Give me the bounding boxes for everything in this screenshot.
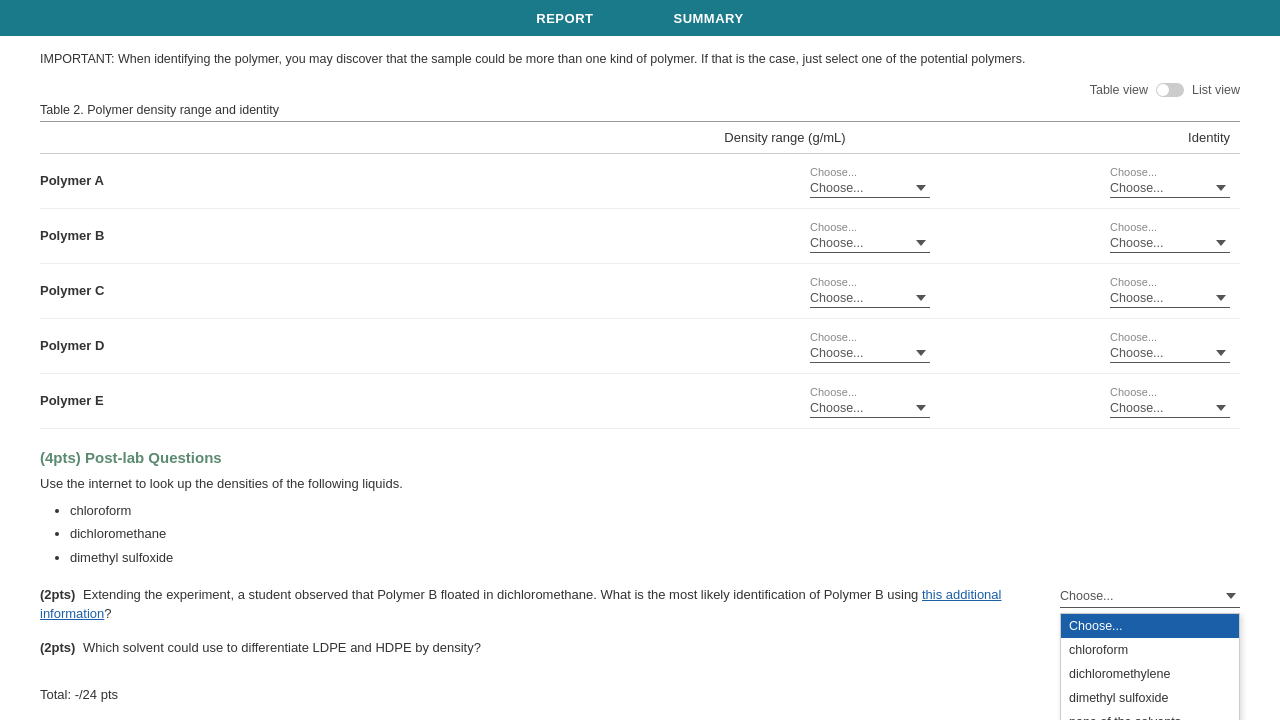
table-row: Polymer A Choose... Choose... Choose... … [40, 153, 1240, 208]
q1-option-dichloromethylene[interactable]: dichloromethylene [1061, 662, 1239, 686]
density-d-label: Choose... [810, 331, 857, 343]
top-navigation: REPORT SUMMARY [0, 0, 1280, 36]
q1-option-chloroform[interactable]: chloroform [1061, 638, 1239, 662]
question-2-body: Which solvent could use to differentiate… [83, 640, 481, 655]
list-item: chloroform [70, 499, 1240, 522]
density-b-label: Choose... [810, 221, 857, 233]
view-toggle-switch[interactable] [1156, 83, 1184, 97]
polymer-d-identity-dropdown[interactable]: Choose... [1110, 344, 1230, 363]
polymer-c-density-dropdown[interactable]: Choose... [810, 289, 930, 308]
polymer-d-density-cell: Choose... Choose... [640, 318, 940, 373]
polymer-a-identity-dropdown[interactable]: Choose... [1110, 179, 1230, 198]
question-1-pts: (2pts) [40, 587, 75, 602]
nav-report[interactable]: REPORT [526, 11, 603, 26]
polymer-b-density-cell: Choose... Choose... [640, 208, 940, 263]
q1-option-dimethyl[interactable]: dimethyl sulfoxide [1061, 686, 1239, 710]
table-row: Polymer E Choose... Choose... Choose... … [40, 373, 1240, 428]
postlab-heading: (4pts) Post-lab Questions [40, 449, 1240, 466]
polymer-e-density-cell: Choose... Choose... [640, 373, 940, 428]
polymer-d-identity-cell: Choose... Choose... [940, 318, 1240, 373]
density-c-label: Choose... [810, 276, 857, 288]
density-a-label: Choose... [810, 166, 857, 178]
liquid-list: chloroform dichloromethane dimethyl sulf… [70, 499, 1240, 569]
view-toggle-row: Table view List view [40, 83, 1240, 97]
table-row: Polymer B Choose... Choose... Choose... … [40, 208, 1240, 263]
polymer-e-label: Polymer E [40, 373, 640, 428]
polymer-e-identity-cell: Choose... Choose... [940, 373, 1240, 428]
polymer-d-density-dropdown[interactable]: Choose... [810, 344, 930, 363]
identity-c-label: Choose... [1110, 276, 1157, 288]
polymer-e-identity-dropdown[interactable]: Choose... [1110, 399, 1230, 418]
polymer-d-label: Polymer D [40, 318, 640, 373]
list-item: dimethyl sulfoxide [70, 546, 1240, 569]
question-1-row: (2pts) Extending the experiment, a stude… [40, 585, 1240, 624]
important-notice: IMPORTANT: When identifying the polymer,… [40, 50, 1240, 69]
identity-b-label: Choose... [1110, 221, 1157, 233]
col-header-identity: Identity [940, 122, 1240, 154]
polymer-e-density-dropdown[interactable]: Choose... [810, 399, 930, 418]
nav-summary[interactable]: SUMMARY [663, 11, 753, 26]
q1-dropdown-trigger[interactable]: Choose... [1060, 585, 1240, 608]
table-row: Polymer C Choose... Choose... Choose... … [40, 263, 1240, 318]
table-heading: Table 2. Polymer density range and ident… [40, 103, 1240, 122]
polymer-a-density-dropdown[interactable]: Choose... [810, 179, 930, 198]
col-header-polymer [40, 122, 640, 154]
question-1-answer: Choose... Choose... chloroform dichlorom… [1060, 585, 1240, 608]
polymer-b-identity-dropdown[interactable]: Choose... [1110, 234, 1230, 253]
q1-dropdown-container: Choose... Choose... chloroform dichlorom… [1060, 585, 1240, 608]
table-row: Polymer D Choose... Choose... Choose... … [40, 318, 1240, 373]
col-header-density: Density range (g/mL) [640, 122, 940, 154]
list-view-label: List view [1192, 83, 1240, 97]
polymer-b-identity-cell: Choose... Choose... [940, 208, 1240, 263]
question-1-link[interactable]: this additional information [40, 587, 1001, 622]
q1-option-choose[interactable]: Choose... [1061, 614, 1239, 638]
polymer-b-label: Polymer B [40, 208, 640, 263]
identity-e-label: Choose... [1110, 386, 1157, 398]
polymer-a-density-cell: Choose... Choose... [640, 153, 940, 208]
density-e-label: Choose... [810, 386, 857, 398]
identity-d-label: Choose... [1110, 331, 1157, 343]
question-2-text: (2pts) Which solvent could use to differ… [40, 638, 1050, 658]
polymer-a-identity-cell: Choose... Choose... [940, 153, 1240, 208]
polymer-c-identity-dropdown[interactable]: Choose... [1110, 289, 1230, 308]
main-content: IMPORTANT: When identifying the polymer,… [0, 36, 1280, 720]
polymer-c-density-cell: Choose... Choose... [640, 263, 940, 318]
q1-option-none[interactable]: none of the solvents [1061, 710, 1239, 720]
question-2-pts: (2pts) [40, 640, 75, 655]
polymer-c-identity-cell: Choose... Choose... [940, 263, 1240, 318]
q1-dropdown-menu: Choose... chloroform dichloromethylene d… [1060, 613, 1240, 720]
postlab-instruction: Use the internet to look up the densitie… [40, 476, 1240, 491]
list-item: dichloromethane [70, 522, 1240, 545]
polymer-table: Density range (g/mL) Identity Polymer A … [40, 122, 1240, 429]
question-1-body: Extending the experiment, a student obse… [40, 587, 1001, 622]
total-label: Total: -/24 pts [40, 687, 118, 702]
polymer-b-density-dropdown[interactable]: Choose... [810, 234, 930, 253]
polymer-a-label: Polymer A [40, 153, 640, 208]
polymer-c-label: Polymer C [40, 263, 640, 318]
question-1-text: (2pts) Extending the experiment, a stude… [40, 585, 1050, 624]
identity-a-label: Choose... [1110, 166, 1157, 178]
table-view-label: Table view [1090, 83, 1148, 97]
